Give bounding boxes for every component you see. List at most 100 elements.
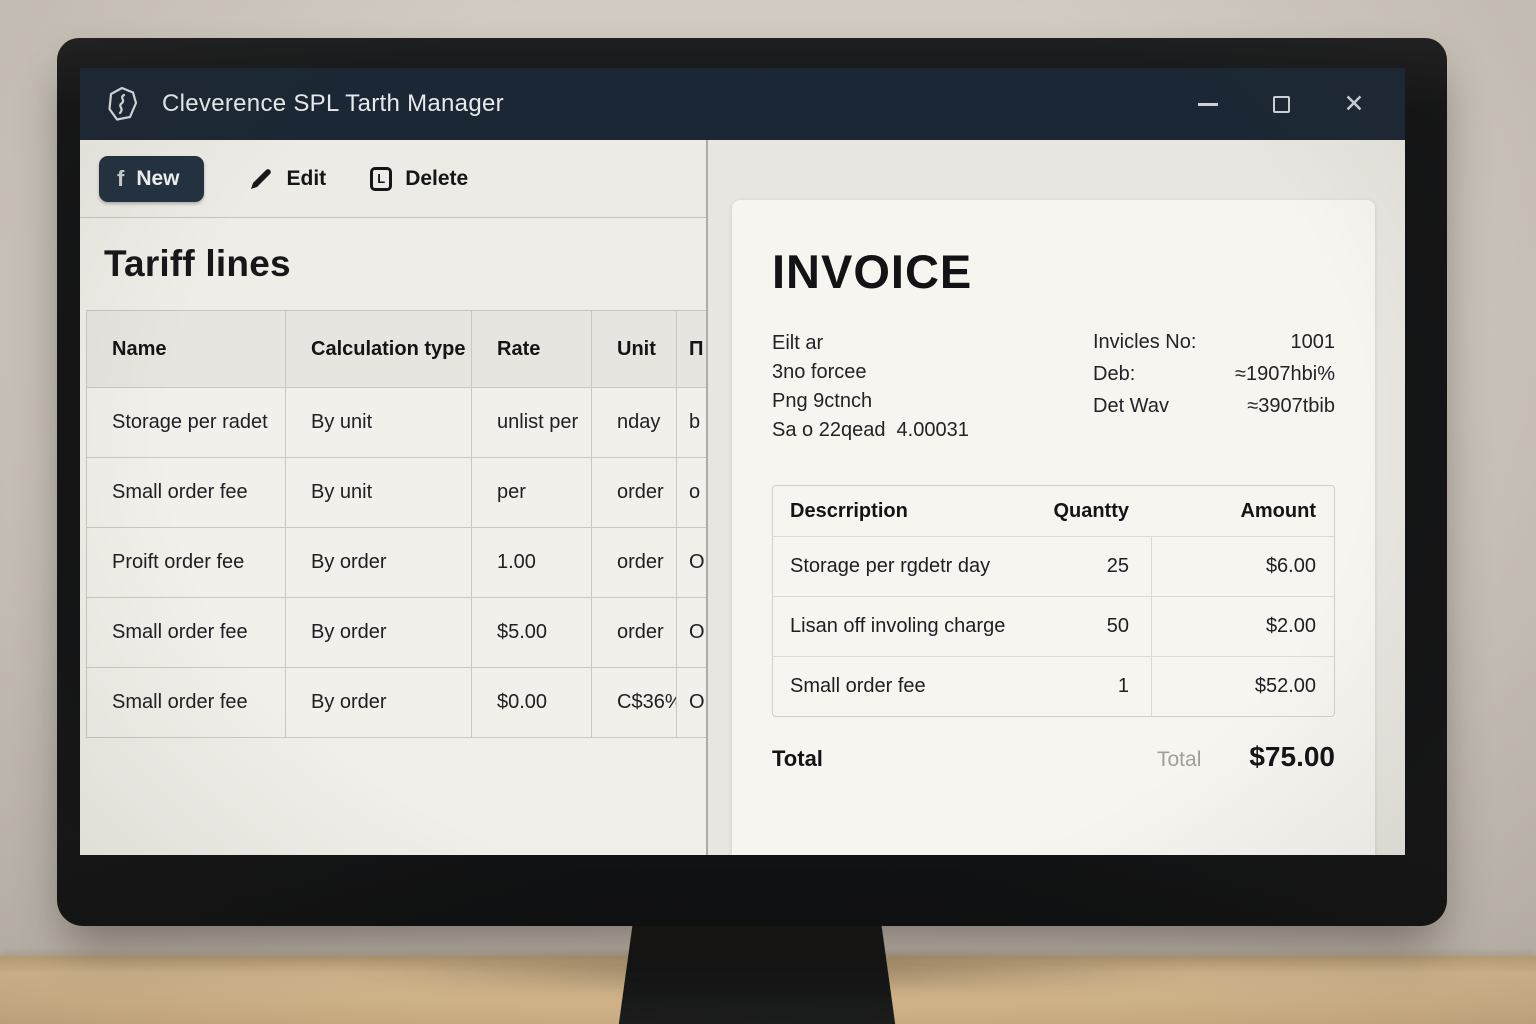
name-cell: Proift order fee	[87, 528, 286, 598]
description-cell: Storage per rgdetr day	[790, 555, 991, 577]
extra-cell: O	[677, 528, 706, 598]
tariff-table: Name Calculation type Rate Unit Π Storag…	[86, 310, 706, 738]
invoice-row: Lisan off involing charge 50 $2.00	[773, 596, 1334, 656]
close-button[interactable]: ✕	[1341, 91, 1367, 117]
title-bar: Cleverence SPL Tarth Manager ✕	[80, 68, 1405, 140]
bill-to-line: Eilt ar	[772, 332, 824, 354]
panel-title: Tariff lines	[104, 243, 291, 284]
tariff-table-header: Name Calculation type Rate Unit Π	[87, 311, 706, 388]
new-button-label: New	[136, 166, 180, 190]
delete-button[interactable]: L Delete	[370, 166, 469, 191]
rate-cell: $0.00	[472, 668, 592, 738]
close-icon: ✕	[1343, 89, 1365, 118]
monitor: Cleverence SPL Tarth Manager ✕ f New Edi…	[57, 38, 1447, 926]
column-header-description: Descrription	[790, 499, 908, 522]
calc-type-cell: By unit	[286, 458, 472, 528]
invoice-row: Storage per rgdetr day 25 $6.00	[773, 536, 1334, 596]
bill-to-line: 3no forcee	[772, 361, 867, 383]
unit-cell: nday	[592, 388, 677, 458]
rate-cell: $5.00	[472, 598, 592, 668]
maximize-icon	[1272, 95, 1290, 113]
column-header-unit: Unit	[592, 311, 677, 388]
invoice-due-label: Det Wav	[1093, 395, 1169, 417]
invoice-number-label: Invicles No:	[1093, 331, 1197, 353]
table-row[interactable]: Storage per radet By unit unlist per nda…	[87, 388, 706, 458]
minimize-button[interactable]	[1195, 91, 1221, 117]
name-cell: Small order fee	[87, 668, 286, 738]
description-cell: Lisan off involing charge	[790, 615, 1006, 637]
total-value: $75.00	[1249, 741, 1335, 772]
amount-cell: $52.00	[1151, 657, 1334, 716]
calc-type-cell: By order	[286, 528, 472, 598]
delete-icon: L	[370, 166, 393, 191]
table-row[interactable]: Small order fee By unit per order o	[87, 458, 706, 528]
table-row[interactable]: Small order fee By order $0.00 C$36% O	[87, 668, 706, 738]
tariff-panel: f New Edit L Delete Tariff lines Name Ca…	[80, 140, 706, 855]
extra-cell: O	[677, 598, 706, 668]
quantity-cell: 50	[1106, 615, 1129, 637]
extra-cell: o	[677, 458, 706, 528]
delete-button-label: Delete	[405, 166, 469, 190]
invoice-number-value: 1001	[1290, 331, 1336, 353]
name-cell: Small order fee	[87, 458, 286, 528]
table-row[interactable]: Proift order fee By order 1.00 order O	[87, 528, 706, 598]
invoice-table-header: Descrription Quantty Amount	[773, 486, 1334, 536]
new-button[interactable]: f New	[99, 155, 204, 202]
pencil-icon	[250, 168, 271, 189]
background-wall: Cleverence SPL Tarth Manager ✕ f New Edi…	[0, 0, 1536, 1024]
invoice-table: Descrription Quantty Amount Storage per …	[772, 485, 1335, 717]
invoice-date-row: Deb: ≈1907hbi%	[1093, 363, 1335, 386]
amount-cell: $2.00	[1151, 597, 1334, 656]
amount-cell: $6.00	[1151, 537, 1334, 596]
invoice-due-row: Det Wav ≈3907tbib	[1093, 395, 1335, 418]
maximize-button[interactable]	[1268, 91, 1294, 117]
name-cell: Storage per radet	[87, 388, 286, 458]
invoice-row: Small order fee 1 $52.00	[773, 656, 1334, 716]
extra-cell: O	[677, 668, 706, 738]
invoice-title: INVOICE	[772, 245, 973, 298]
calc-type-cell: By order	[286, 668, 472, 738]
unit-cell: order	[592, 598, 677, 668]
invoice-number-row: Invicles No: 1001	[1093, 331, 1335, 354]
edit-button-label: Edit	[286, 166, 327, 190]
unit-cell: C$36%	[592, 668, 677, 738]
invoice-card: INVOICE Eilt ar 3no forcee Png 9ctnch Sa…	[732, 200, 1375, 855]
column-header-rate: Rate	[472, 311, 592, 388]
edit-button[interactable]: Edit	[248, 166, 327, 192]
total-row: Total Total $75.00	[772, 741, 1335, 773]
table-row[interactable]: Small order fee By order $5.00 order O	[87, 598, 706, 668]
description-cell: Small order fee	[790, 675, 926, 697]
invoice-date-value: ≈1907hbi%	[1235, 363, 1335, 385]
bill-to-block: Eilt ar 3no forcee Png 9ctnch Sa o 22qea…	[772, 329, 1092, 445]
rate-cell: unlist per	[472, 388, 592, 458]
screen: Cleverence SPL Tarth Manager ✕ f New Edi…	[80, 68, 1405, 855]
invoice-meta-block: Invicles No: 1001 Deb: ≈1907hbi% Det Wav…	[1093, 329, 1335, 445]
rate-cell: per	[472, 458, 592, 528]
column-header-name: Name	[87, 311, 286, 388]
total-sub-label: Total	[1157, 748, 1202, 771]
quantity-cell: 1	[1117, 675, 1129, 697]
quantity-cell: 25	[1106, 555, 1129, 577]
column-header-amount: Amount	[1240, 499, 1316, 522]
window-controls: ✕	[1195, 91, 1367, 117]
column-header-calculation-type: Calculation type	[286, 311, 472, 388]
unit-cell: order	[592, 458, 677, 528]
toolbar: f New Edit L Delete	[80, 140, 706, 218]
name-cell: Small order fee	[87, 598, 286, 668]
invoice-due-value: ≈3907tbib	[1247, 395, 1335, 417]
unit-cell: order	[592, 528, 677, 598]
calc-type-cell: By unit	[286, 388, 472, 458]
extra-cell: b	[677, 388, 706, 458]
bill-to-line: Png 9ctnch	[772, 390, 873, 412]
monitor-stand	[618, 922, 896, 1024]
minimize-icon	[1198, 102, 1218, 106]
window-title: Cleverence SPL Tarth Manager	[162, 90, 504, 117]
total-label: Total	[772, 746, 823, 771]
bill-to-line: Sa o 22qead 4.00031	[772, 419, 969, 441]
new-icon: f	[117, 165, 125, 191]
invoice-date-label: Deb:	[1093, 363, 1136, 385]
rate-cell: 1.00	[472, 528, 592, 598]
column-header-extra: Π	[677, 311, 706, 388]
app-icon	[108, 86, 138, 121]
invoice-panel: INVOICE Eilt ar 3no forcee Png 9ctnch Sa…	[706, 140, 1405, 855]
